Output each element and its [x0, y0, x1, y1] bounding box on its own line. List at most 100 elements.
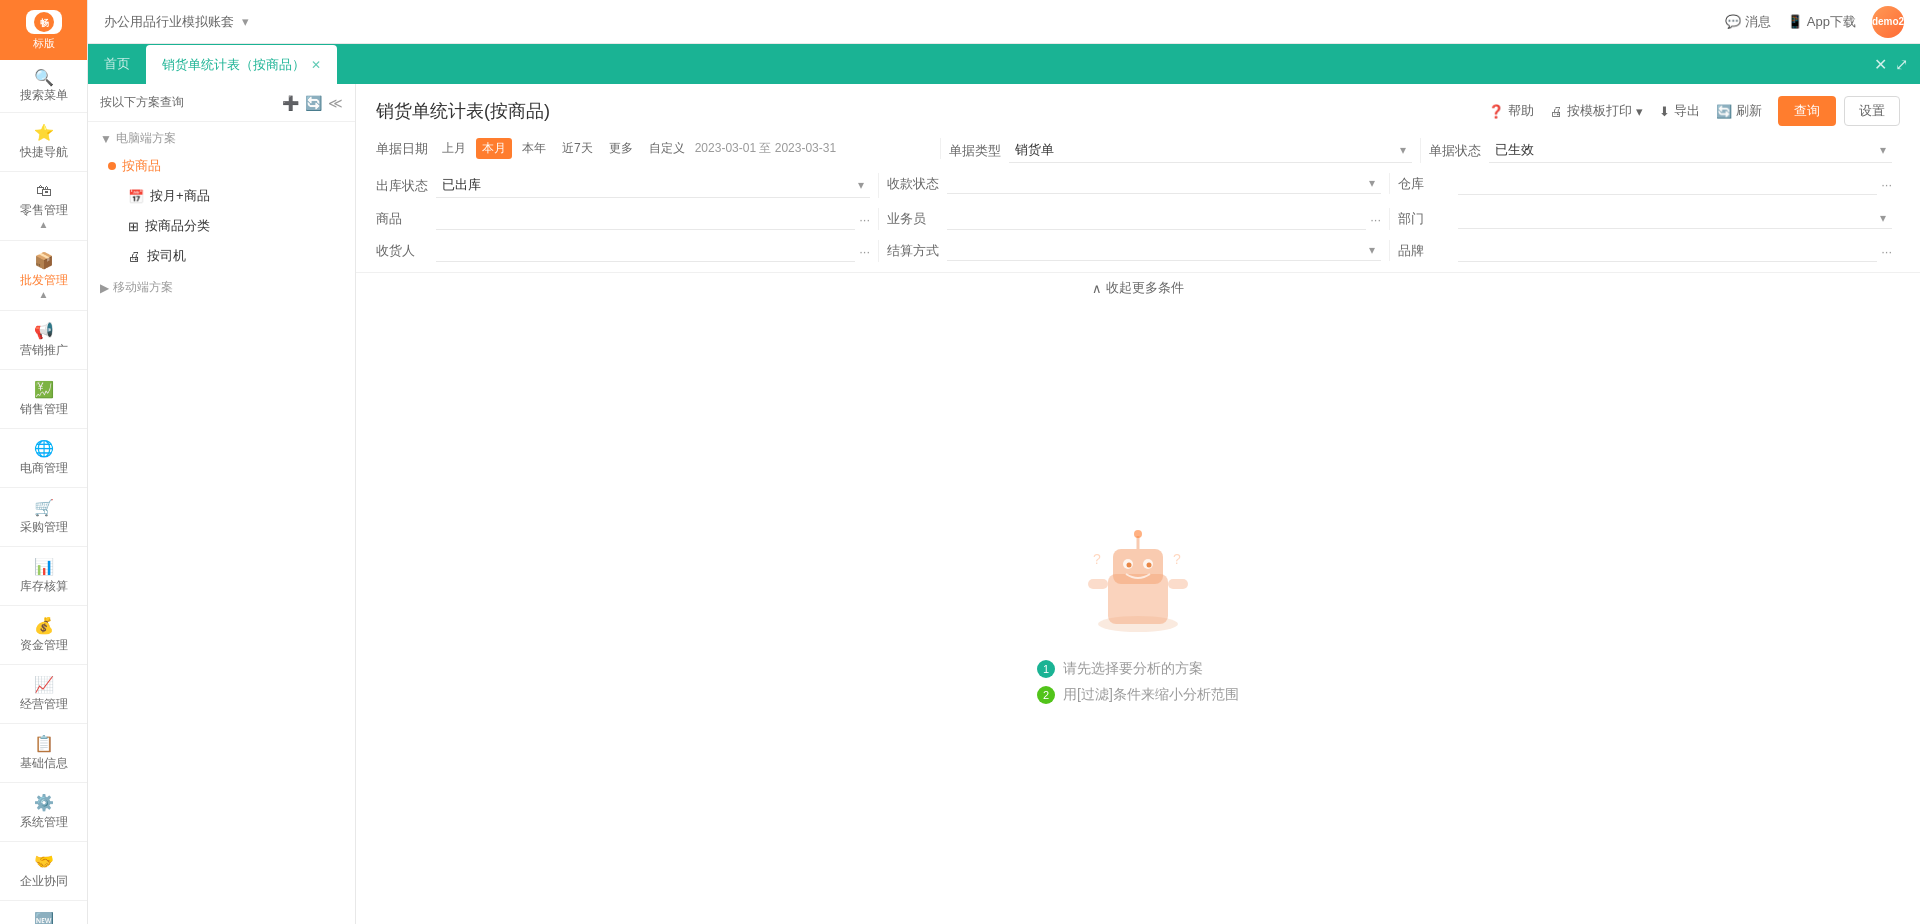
collapse-bar[interactable]: ∧ 收起更多条件 — [356, 272, 1920, 303]
tab-sales-stat[interactable]: 销货单统计表（按商品） ✕ — [146, 45, 337, 85]
sidebar-item-purchase[interactable]: 🛒 采购管理 — [0, 488, 87, 547]
sidebar-item-inventory[interactable]: 📊 库存核算 — [0, 547, 87, 606]
refresh-button[interactable]: 🔄 刷新 — [1716, 102, 1762, 120]
hint-text-2: 用[过滤]条件来缩小分析范围 — [1063, 686, 1239, 704]
payment-status-select[interactable]: ▾ — [947, 173, 1381, 194]
date-last-month[interactable]: 上月 — [436, 138, 472, 159]
warehouse-dots[interactable]: ··· — [1881, 177, 1892, 192]
print-dropdown-icon: ▾ — [1636, 104, 1643, 119]
doc-status-select[interactable]: 已生效 ▾ — [1489, 138, 1892, 163]
settings-button[interactable]: 设置 — [1844, 96, 1900, 126]
svg-text:?: ? — [1173, 551, 1181, 567]
warehouse-value: ··· — [1458, 173, 1892, 195]
help-button[interactable]: ❓ 帮助 — [1488, 102, 1534, 120]
date-last-7days[interactable]: 近7天 — [556, 138, 599, 159]
collapse-panel-icon[interactable]: ≪ — [328, 95, 343, 111]
refresh-icon: 🔄 — [1716, 104, 1732, 119]
brand-input[interactable] — [1458, 240, 1877, 262]
empty-hint-2: 2 用[过滤]条件来缩小分析范围 — [1037, 686, 1239, 704]
tab-expand-icon[interactable]: ⤢ — [1895, 55, 1908, 74]
filter-item-department: 部门 ▾ — [1390, 208, 1900, 229]
doc-type-text: 销货单 — [1015, 141, 1054, 159]
svg-rect-11 — [1088, 579, 1108, 589]
brand-dots[interactable]: ··· — [1881, 244, 1892, 259]
department-select[interactable]: ▾ — [1458, 208, 1892, 229]
out-status-value: 已出库 ▾ — [436, 173, 870, 198]
sidebar-item-guide[interactable]: 🆕 新手引导 — [0, 901, 87, 924]
template-print-button[interactable]: 🖨 按模板打印 ▾ — [1550, 102, 1643, 120]
receiver-dots[interactable]: ··· — [859, 244, 870, 259]
mobile-scheme-group[interactable]: ▶ 移动端方案 — [88, 271, 355, 300]
tabbar: 首页 销货单统计表（按商品） ✕ ✕ ⤢ — [88, 44, 1920, 84]
enterprise-label: 企业协同 — [20, 873, 68, 890]
warehouse-label: 仓库 — [1398, 175, 1458, 193]
export-button[interactable]: ⬇ 导出 — [1659, 102, 1700, 120]
sidebar-item-finance[interactable]: 💰 资金管理 — [0, 606, 87, 665]
sidebar-item-ecommerce[interactable]: 🌐 电商管理 — [0, 429, 87, 488]
product-label: 商品 — [376, 210, 436, 228]
receiver-value: ··· — [436, 240, 870, 262]
topbar: 办公用品行业模拟账套 ▾ 💬 消息 📱 App下载 demo2 — [88, 0, 1920, 44]
tab-close-icon[interactable]: ✕ — [311, 58, 321, 72]
tree-item-by-month-product[interactable]: 📅 按月+商品 — [88, 181, 355, 211]
tab-home-label: 首页 — [104, 55, 130, 73]
tab-home[interactable]: 首页 — [88, 44, 146, 84]
app-download-button[interactable]: 📱 App下载 — [1787, 13, 1856, 31]
desktop-scheme-group[interactable]: ▼ 电脑端方案 — [88, 122, 355, 151]
date-this-year[interactable]: 本年 — [516, 138, 552, 159]
out-status-select[interactable]: 已出库 ▾ — [436, 173, 870, 198]
payment-status-label: 收款状态 — [887, 175, 947, 193]
operations-label: 经营管理 — [20, 696, 68, 713]
purchase-label: 采购管理 — [20, 519, 68, 536]
tree-item-by-product[interactable]: 按商品 — [88, 151, 355, 181]
doc-type-select[interactable]: 销货单 ▾ — [1009, 138, 1412, 163]
department-label: 部门 — [1398, 210, 1458, 228]
salesman-label: 业务员 — [887, 210, 947, 228]
tab-close-all-icon[interactable]: ✕ — [1874, 55, 1887, 74]
hint-num-1: 1 — [1037, 660, 1055, 678]
logo-subtitle: 标版 — [33, 36, 55, 51]
payment-status-chevron: ▾ — [1369, 176, 1375, 190]
refresh-scheme-icon[interactable]: 🔄 — [305, 95, 322, 111]
sidebar-item-quick-nav[interactable]: ⭐ 快捷导航 — [0, 113, 87, 172]
refresh-label: 刷新 — [1736, 102, 1762, 120]
sidebar-item-basic[interactable]: 📋 基础信息 — [0, 724, 87, 783]
product-value: ··· — [436, 208, 870, 230]
print-icon: 🖨 — [1550, 104, 1563, 119]
sidebar-item-operations[interactable]: 📈 经营管理 — [0, 665, 87, 724]
filter-item-salesman: 业务员 ··· — [879, 208, 1390, 230]
search-label: 搜索菜单 — [20, 87, 68, 104]
salesman-dots[interactable]: ··· — [1370, 212, 1381, 227]
filter-item-settlement: 结算方式 ▾ — [879, 240, 1390, 261]
industry-dropdown-icon[interactable]: ▾ — [242, 14, 249, 29]
search-menu-item[interactable]: 🔍 搜索菜单 — [0, 60, 87, 113]
date-more[interactable]: 更多 — [603, 138, 639, 159]
warehouse-input[interactable] — [1458, 173, 1877, 195]
product-input[interactable] — [436, 208, 855, 230]
sidebar-item-retail[interactable]: 🛍 零售管理 ▲ — [0, 172, 87, 241]
user-menu[interactable]: demo2 — [1872, 6, 1904, 38]
brand-value: ··· — [1458, 240, 1892, 262]
query-button[interactable]: 查询 — [1778, 96, 1836, 126]
sidebar-item-enterprise[interactable]: 🤝 企业协同 — [0, 842, 87, 901]
system-label: 系统管理 — [20, 814, 68, 831]
add-scheme-icon[interactable]: ➕ — [282, 95, 299, 111]
message-button[interactable]: 💬 消息 — [1725, 13, 1771, 31]
sidebar-item-marketing[interactable]: 📢 营销推广 — [0, 311, 87, 370]
hint-text-1: 请先选择要分析的方案 — [1063, 660, 1203, 678]
sidebar-item-wholesale[interactable]: 📦 批发管理 ▲ — [0, 241, 87, 311]
salesman-input[interactable] — [947, 208, 1366, 230]
finance-label: 资金管理 — [20, 637, 68, 654]
action-buttons: 查询 设置 — [1778, 96, 1900, 126]
tree-item-by-category[interactable]: ⊞ 按商品分类 — [88, 211, 355, 241]
date-this-month[interactable]: 本月 — [476, 138, 512, 159]
receiver-input[interactable] — [436, 240, 855, 262]
settlement-select[interactable]: ▾ — [947, 240, 1381, 261]
product-dots[interactable]: ··· — [859, 212, 870, 227]
tree-item-by-printer[interactable]: 🖨 按司机 — [88, 241, 355, 271]
brand-label: 品牌 — [1398, 242, 1458, 260]
sidebar-item-sales[interactable]: 💹 销售管理 — [0, 370, 87, 429]
date-custom[interactable]: 自定义 — [643, 138, 691, 159]
active-indicator — [108, 162, 116, 170]
sidebar-item-system[interactable]: ⚙️ 系统管理 — [0, 783, 87, 842]
